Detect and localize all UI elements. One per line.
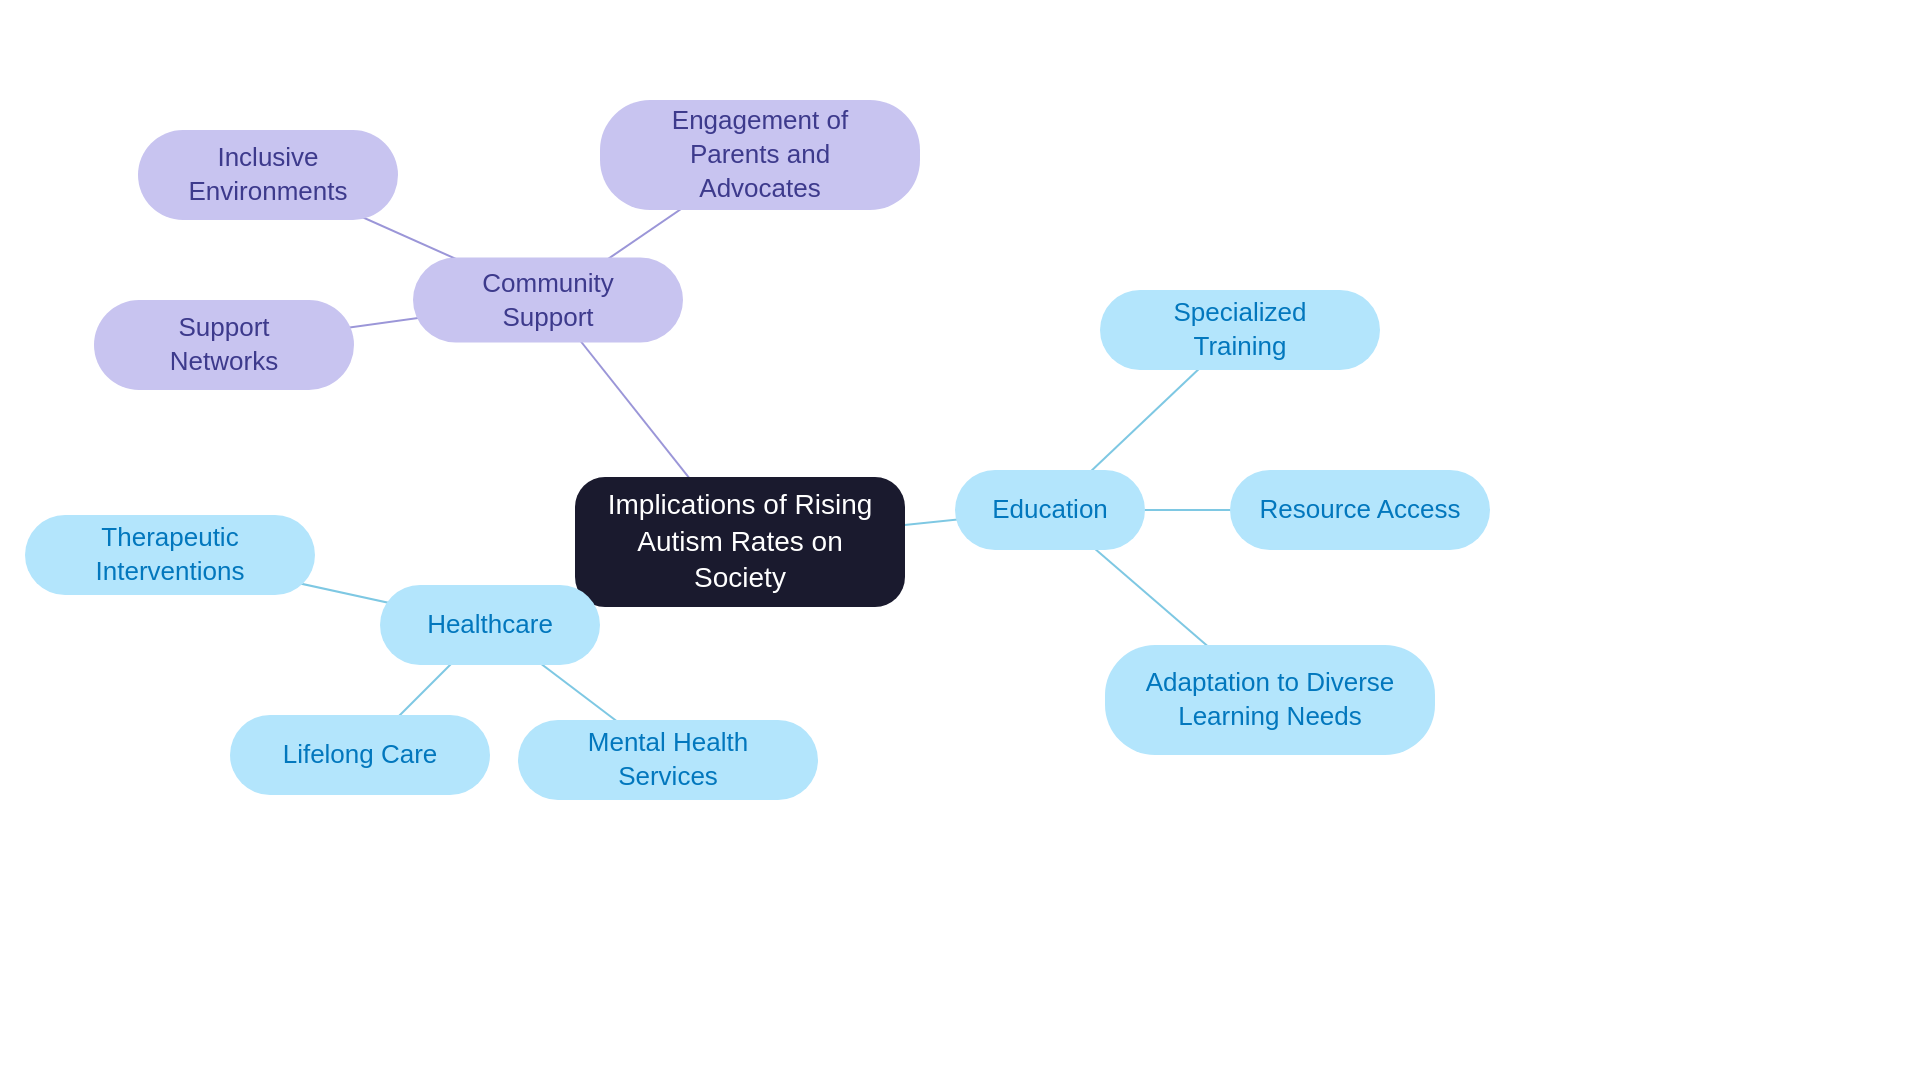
support-networks-node: Support Networks [94, 300, 354, 390]
lifelong-care-node: Lifelong Care [230, 715, 490, 795]
mental-health-services-node: Mental Health Services [518, 720, 818, 800]
center-node-label: Implications of Rising Autism Rates on S… [603, 487, 877, 596]
resource-access-label: Resource Access [1260, 493, 1461, 527]
specialized-training-node: Specialized Training [1100, 290, 1380, 370]
community-support-label: Community Support [441, 266, 655, 334]
healthcare-label: Healthcare [427, 608, 553, 642]
lifelong-care-label: Lifelong Care [283, 738, 438, 772]
education-label: Education [992, 493, 1108, 527]
inclusive-environments-node: Inclusive Environments [138, 130, 398, 220]
education-node: Education [955, 470, 1145, 550]
center-node: Implications of Rising Autism Rates on S… [575, 477, 905, 607]
inclusive-environments-label: Inclusive Environments [166, 141, 370, 209]
adaptation-node: Adaptation to Diverse Learning Needs [1105, 645, 1435, 755]
resource-access-node: Resource Access [1230, 470, 1490, 550]
community-support-node: Community Support [413, 258, 683, 343]
therapeutic-interventions-node: Therapeutic Interventions [25, 515, 315, 595]
engagement-parents-label: Engagement of Parents and Advocates [628, 104, 892, 205]
specialized-training-label: Specialized Training [1128, 296, 1352, 364]
healthcare-node: Healthcare [380, 585, 600, 665]
adaptation-label: Adaptation to Diverse Learning Needs [1133, 666, 1407, 734]
mental-health-services-label: Mental Health Services [546, 726, 790, 794]
support-networks-label: Support Networks [122, 311, 326, 379]
therapeutic-interventions-label: Therapeutic Interventions [53, 521, 287, 589]
engagement-parents-node: Engagement of Parents and Advocates [600, 100, 920, 210]
